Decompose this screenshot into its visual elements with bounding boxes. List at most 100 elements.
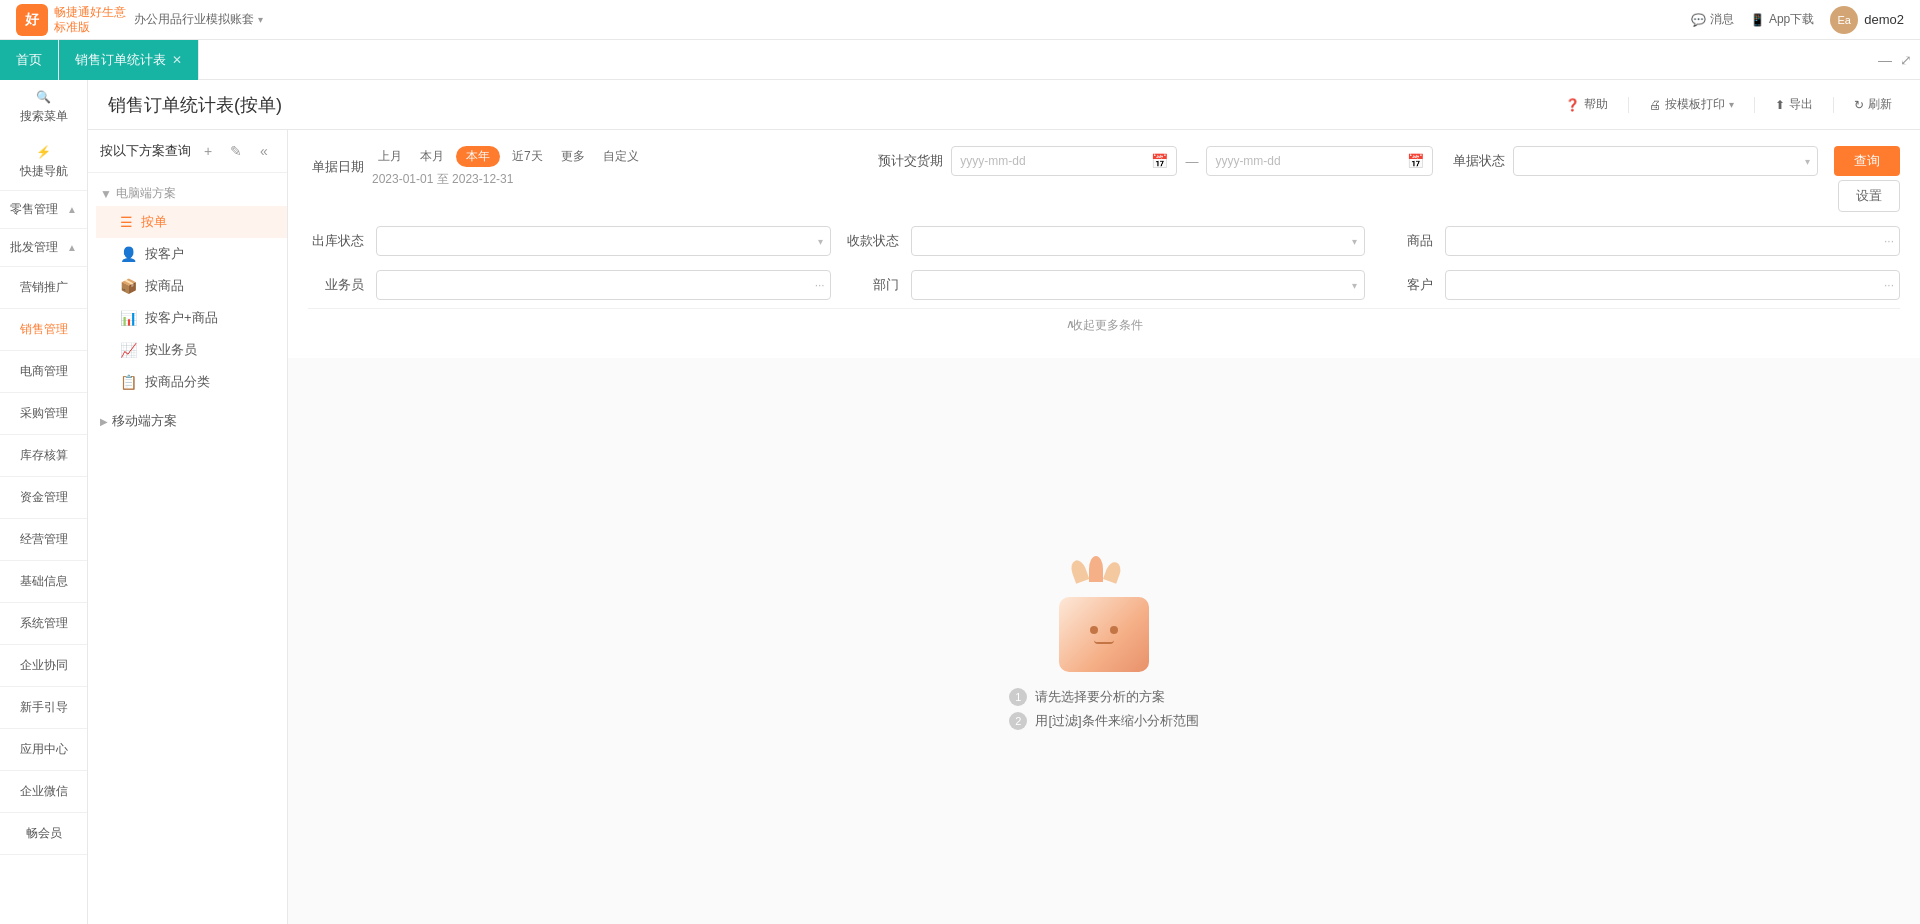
scheme-item-by-salesperson[interactable]: 📈 按业务员 [96,334,287,366]
sidebar-item-finance[interactable]: 资金管理 [0,477,87,519]
delivery-status-select[interactable] [376,226,831,256]
empty-box-body [1059,597,1149,672]
sidebar-item-system[interactable]: 系统管理 [0,603,87,645]
sidebar-item-newbie[interactable]: 新手引导 [0,687,87,729]
filter-row-2: 出库状态 ▾ 收款状态 ▾ 商品 ··· [308,226,1900,256]
user-profile[interactable]: Ea demo2 [1830,6,1904,34]
action-divider-2 [1754,97,1755,113]
customer-input-group: ··· [1445,270,1900,300]
wholesale-arrow: ▲ [67,242,77,253]
scheme-add-button[interactable]: + [197,140,219,162]
product-input-group: ··· [1445,226,1900,256]
customer-input[interactable] [1445,270,1900,300]
date-shortcuts-row: 上月 本月 本年 近7天 更多 自定义 [372,146,862,167]
action-divider-3 [1833,97,1834,113]
salesperson-more-icon[interactable]: ··· [815,278,825,292]
base-label: 基础信息 [20,573,68,590]
logo-area: 好 畅捷通好生意 标准版 [16,4,126,36]
sidebar-item-enterprise[interactable]: 企业协同 [0,645,87,687]
sidebar-search-menu[interactable]: 🔍 搜索菜单 [0,80,87,135]
sidebar-item-appcenter[interactable]: 应用中心 [0,729,87,771]
sidebar-item-inventory[interactable]: 库存核算 [0,435,87,477]
sidebar-item-marketing[interactable]: 营销推广 [0,267,87,309]
action-divider-1 [1628,97,1629,113]
date-shortcut-custom[interactable]: 自定义 [597,146,645,167]
system-label: 系统管理 [20,615,68,632]
member-label: 畅会员 [26,825,62,842]
date-shortcut-7days[interactable]: 近7天 [506,146,549,167]
tab-home[interactable]: 首页 [0,40,59,80]
date-shortcut-this-year[interactable]: 本年 [456,146,500,167]
message-icon: 💬 [1691,13,1706,27]
sidebar-item-wholesale[interactable]: 批发管理 ▲ [0,229,87,267]
scheme-item-by-product[interactable]: 📦 按商品 [96,270,287,302]
date-shortcut-this-month[interactable]: 本月 [414,146,450,167]
refresh-button[interactable]: ↻ 刷新 [1846,92,1900,117]
scheme-edit-button[interactable]: ✎ [225,140,247,162]
customer-label: 客户 [1377,276,1433,294]
breadcrumb-dropdown[interactable]: ▾ [258,14,263,25]
sidebar-item-retail[interactable]: 零售管理 ▲ [0,191,87,229]
sidebar-item-sales[interactable]: 销售管理 [0,309,87,351]
salesperson-input[interactable] [376,270,831,300]
tabbar-right: — ⤢ [1878,52,1920,68]
app-download-button[interactable]: 📱 App下载 [1750,11,1814,28]
tab-maximize-icon[interactable]: ⤢ [1900,52,1912,68]
empty-mouth [1094,640,1114,644]
customer-more-icon[interactable]: ··· [1884,278,1894,292]
query-button[interactable]: 查询 [1834,146,1900,176]
sidebar-item-wechat[interactable]: 企业微信 [0,771,87,813]
empty-eye-left [1090,626,1098,634]
calendar-start-icon: 📅 [1151,153,1168,169]
main-area: 🔍 搜索菜单 ⚡ 快捷导航 零售管理 ▲ 批发管理 ▲ 营销推广 销售管理 电商… [0,80,1920,924]
content-panel: 按以下方案查询 + ✎ « ▼ 电脑端方案 ☰ 按 [88,130,1920,924]
date-shortcut-last-month[interactable]: 上月 [372,146,408,167]
sidebar-item-ecommerce[interactable]: 电商管理 [0,351,87,393]
sidebar-quick-nav[interactable]: ⚡ 快捷导航 [0,135,87,191]
payment-status-select[interactable] [911,226,1366,256]
date-shortcut-more[interactable]: 更多 [555,146,591,167]
tab-sales-stats[interactable]: 销售订单统计表 ✕ [59,40,199,80]
retail-label: 零售管理 [10,201,58,218]
tab-minimize-icon[interactable]: — [1878,52,1892,68]
export-button[interactable]: ⬆ 导出 [1767,92,1821,117]
scheme-section-pc-title[interactable]: ▼ 电脑端方案 [88,181,287,206]
doc-status-select[interactable] [1513,146,1819,176]
purchase-label: 采购管理 [20,405,68,422]
sidebar-item-purchase[interactable]: 采购管理 [0,393,87,435]
scheme-item-by-customer[interactable]: 👤 按客户 [96,238,287,270]
product-more-icon[interactable]: ··· [1884,234,1894,248]
scheme-collapse-button[interactable]: « [253,140,275,162]
calendar-end-icon: 📅 [1407,153,1424,169]
topbar: 好 畅捷通好生意 标准版 办公用品行业模拟账套 ▾ 💬 消息 📱 App下载 E… [0,0,1920,40]
wholesale-label: 批发管理 [10,239,58,256]
expected-date-start[interactable]: yyyy-mm-dd 📅 [951,146,1177,176]
doc-status-select-wrapper: ▾ [1513,146,1819,176]
salesperson-label: 业务员 [308,276,364,294]
scheme-panel-actions: + ✎ « [197,140,275,162]
scheme-item-by-order[interactable]: ☰ 按单 [96,206,287,238]
delivery-status-select-wrapper: ▾ [376,226,831,256]
date-picker-area: 上月 本月 本年 近7天 更多 自定义 2023-01-01 至 2023-12… [372,146,862,188]
scheme-item-by-category[interactable]: 📋 按商品分类 [96,366,287,398]
scheme-item-by-cust-prod[interactable]: 📊 按客户+商品 [96,302,287,334]
expected-date-end[interactable]: yyyy-mm-dd 📅 [1206,146,1432,176]
collapse-filters-button[interactable]: ∧ 收起更多条件 [308,308,1900,342]
sidebar-item-operations[interactable]: 经营管理 [0,519,87,561]
doc-status-label: 单据状态 [1449,152,1505,170]
sidebar-item-member[interactable]: 畅会员 [0,813,87,855]
help-button[interactable]: ❓ 帮助 [1557,92,1616,117]
tab-close-icon[interactable]: ✕ [172,53,182,67]
empty-hint-2: 2 用[过滤]条件来缩小分析范围 [1009,712,1198,730]
salesperson-icon: 📈 [120,342,137,358]
settings-button[interactable]: 设置 [1838,180,1900,212]
message-button[interactable]: 💬 消息 [1691,11,1734,28]
scheme-panel-header: 按以下方案查询 + ✎ « [88,130,287,173]
product-input[interactable] [1445,226,1900,256]
scheme-section-mobile[interactable]: ▶ 移动端方案 [88,406,287,436]
template-print-button[interactable]: 🖨 按模板打印 ▾ [1641,92,1742,117]
empty-hint-1: 1 请先选择要分析的方案 [1009,688,1198,706]
department-select[interactable] [911,270,1366,300]
topbar-right: 💬 消息 📱 App下载 Ea demo2 [1691,6,1904,34]
sidebar-item-base[interactable]: 基础信息 [0,561,87,603]
